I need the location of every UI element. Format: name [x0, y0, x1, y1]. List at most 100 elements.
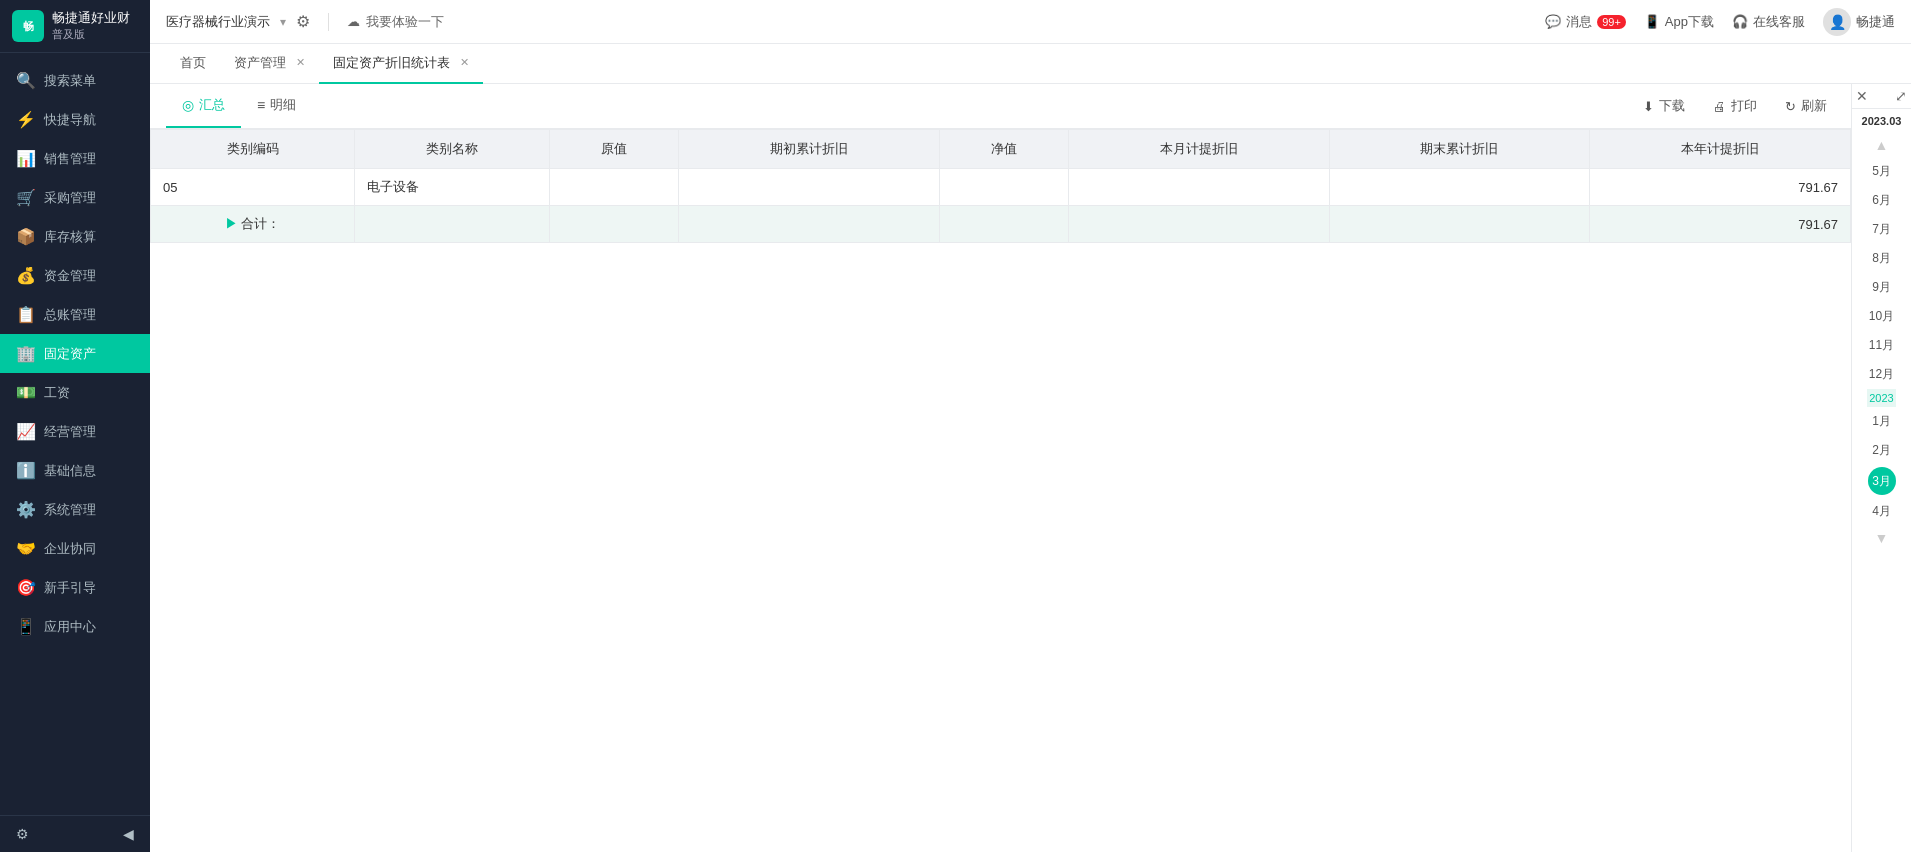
month-10[interactable]: 10月 [1852, 302, 1911, 331]
detail-icon: ≡ [257, 97, 265, 113]
month-9[interactable]: 9月 [1852, 273, 1911, 302]
sidebar-label-search: 搜索菜单 [44, 72, 96, 90]
month-11[interactable]: 11月 [1852, 331, 1911, 360]
sidebar-title: 畅捷通好业财 [52, 10, 130, 27]
sidebar-item-sales[interactable]: 📊销售管理 [0, 139, 150, 178]
download-icon: ⬇ [1643, 99, 1654, 114]
app-download-icon: 📱 [1644, 14, 1660, 29]
main-content: 医疗器械行业演示 ▾ ⚙ ☁ 我要体验一下 💬 消息 99+ 📱 App下载 🎧… [150, 0, 1911, 852]
month-6[interactable]: 6月 [1852, 186, 1911, 215]
print-button[interactable]: 🖨 打印 [1705, 93, 1765, 119]
messages-action[interactable]: 💬 消息 99+ [1545, 13, 1626, 31]
tabs-bar: 首页 资产管理 ✕ 固定资产折旧统计表 ✕ [150, 44, 1911, 84]
company-dropdown-icon[interactable]: ▾ [280, 15, 286, 29]
download-label: 下载 [1659, 97, 1685, 115]
panel-expand-button[interactable]: ⤢ [1895, 88, 1907, 104]
sidebar-item-quicknav[interactable]: ⚡快捷导航 [0, 100, 150, 139]
right-panel-header: ✕ ⤢ [1852, 84, 1911, 109]
inventory-icon: 📦 [16, 227, 34, 246]
panel-up-arrow[interactable]: ▲ [1871, 133, 1893, 157]
total-expand-icon[interactable]: ▶ [225, 216, 238, 231]
year-2023-header[interactable]: 2023 [1867, 389, 1895, 407]
cell-original [549, 169, 678, 206]
sidebar-label-inventory: 库存核算 [44, 228, 96, 246]
apps-icon: 📱 [16, 617, 34, 636]
month-1[interactable]: 1月 [1852, 407, 1911, 436]
collapse-sidebar-button[interactable]: ◀ [123, 826, 134, 842]
month-3-container: 3月 [1868, 465, 1896, 497]
sub-tab-summary[interactable]: ◎ 汇总 [166, 84, 241, 128]
company-name: 医疗器械行业演示 [166, 13, 270, 31]
sidebar-item-guide[interactable]: 🎯新手引导 [0, 568, 150, 607]
collab-icon: 🤝 [16, 539, 34, 558]
sidebar-item-basic[interactable]: ℹ️基础信息 [0, 451, 150, 490]
experience-button[interactable]: ☁ 我要体验一下 [347, 13, 444, 31]
tab-home[interactable]: 首页 [166, 44, 220, 84]
sidebar-label-basic: 基础信息 [44, 462, 96, 480]
sidebar-footer: ⚙ ◀ [0, 815, 150, 852]
total-label: 合计： [241, 216, 280, 231]
cell-code: 05 [151, 169, 355, 206]
sidebar-item-purchase[interactable]: 🛒采购管理 [0, 178, 150, 217]
topbar: 医疗器械行业演示 ▾ ⚙ ☁ 我要体验一下 💬 消息 99+ 📱 App下载 🎧… [150, 0, 1911, 44]
download-button[interactable]: ⬇ 下载 [1635, 93, 1693, 119]
tab-depreciation[interactable]: 固定资产折旧统计表 ✕ [319, 44, 483, 84]
sidebar-item-search[interactable]: 🔍 搜索菜单 [0, 61, 150, 100]
panel-down-arrow[interactable]: ▼ [1871, 526, 1893, 550]
user-name-label: 畅捷通 [1856, 13, 1895, 31]
user-action[interactable]: 👤 畅捷通 [1823, 8, 1895, 36]
col-original: 原值 [549, 130, 678, 169]
month-2[interactable]: 2月 [1852, 436, 1911, 465]
support-action[interactable]: 🎧 在线客服 [1732, 13, 1805, 31]
month-3[interactable]: 3月 [1868, 467, 1896, 495]
month-12[interactable]: 12月 [1852, 360, 1911, 389]
sidebar-label-quicknav: 快捷导航 [44, 111, 96, 129]
tab-depreciation-close-icon[interactable]: ✕ [460, 56, 469, 69]
print-icon: 🖨 [1713, 99, 1726, 114]
sidebar-item-system[interactable]: ⚙️系统管理 [0, 490, 150, 529]
messages-icon: 💬 [1545, 14, 1561, 29]
col-current-month: 本月计提折旧 [1068, 130, 1329, 169]
sidebar-item-finance[interactable]: 💰资金管理 [0, 256, 150, 295]
sidebar-item-inventory[interactable]: 📦 库存核算 [0, 217, 150, 256]
sub-tabs-toolbar-row: ◎ 汇总 ≡ 明细 ⬇ 下载 🖨 打印 [150, 84, 1851, 129]
sidebar-item-ledger[interactable]: 📋总账管理 [0, 295, 150, 334]
sidebar-label-apps: 应用中心 [44, 618, 96, 636]
operations-icon: 📈 [16, 422, 34, 441]
total-label-cell: ▶ 合计： [151, 206, 355, 243]
search-icon: 🔍 [16, 71, 34, 90]
sidebar-item-operations[interactable]: 📈经营管理 [0, 412, 150, 451]
system-icon: ⚙️ [16, 500, 34, 519]
month-4[interactable]: 4月 [1852, 497, 1911, 526]
purchase-icon: 🛒 [16, 188, 34, 207]
table-header-row: 类别编码 类别名称 原值 期初累计折旧 净值 本月计提折旧 期末累计折旧 本年计… [151, 130, 1851, 169]
month-8[interactable]: 8月 [1852, 244, 1911, 273]
col-net: 净值 [939, 130, 1068, 169]
month-5[interactable]: 5月 [1852, 157, 1911, 186]
tab-assets-mgmt[interactable]: 资产管理 ✕ [220, 44, 319, 84]
sidebar-item-collab[interactable]: 🤝企业协同 [0, 529, 150, 568]
divider [328, 13, 329, 31]
sidebar-item-payroll[interactable]: 💵工资 [0, 373, 150, 412]
panel-close-button[interactable]: ✕ [1856, 88, 1868, 104]
sidebar-label-guide: 新手引导 [44, 579, 96, 597]
refresh-icon: ↻ [1785, 99, 1796, 114]
app-download-action[interactable]: 📱 App下载 [1644, 13, 1714, 31]
sidebar-item-assets[interactable]: 🏢固定资产 [0, 334, 150, 373]
total-current-year: 791.67 [1590, 206, 1851, 243]
tab-assets-close-icon[interactable]: ✕ [296, 56, 305, 69]
col-code: 类别编码 [151, 130, 355, 169]
refresh-button[interactable]: ↻ 刷新 [1777, 93, 1835, 119]
tab-assets-label: 资产管理 [234, 54, 286, 72]
month-7[interactable]: 7月 [1852, 215, 1911, 244]
sub-tab-detail[interactable]: ≡ 明细 [241, 84, 312, 128]
company-settings-icon[interactable]: ⚙ [296, 12, 310, 31]
cell-net [939, 169, 1068, 206]
sidebar-label-payroll: 工资 [44, 384, 70, 402]
total-closing-accum [1329, 206, 1590, 243]
sidebar-item-apps[interactable]: 📱 应用中心 [0, 607, 150, 646]
total-opening-accum [679, 206, 940, 243]
settings-footer-icon[interactable]: ⚙ [16, 826, 29, 842]
messages-label: 消息 [1566, 13, 1592, 31]
sidebar-label-finance: 资金管理 [44, 267, 96, 285]
